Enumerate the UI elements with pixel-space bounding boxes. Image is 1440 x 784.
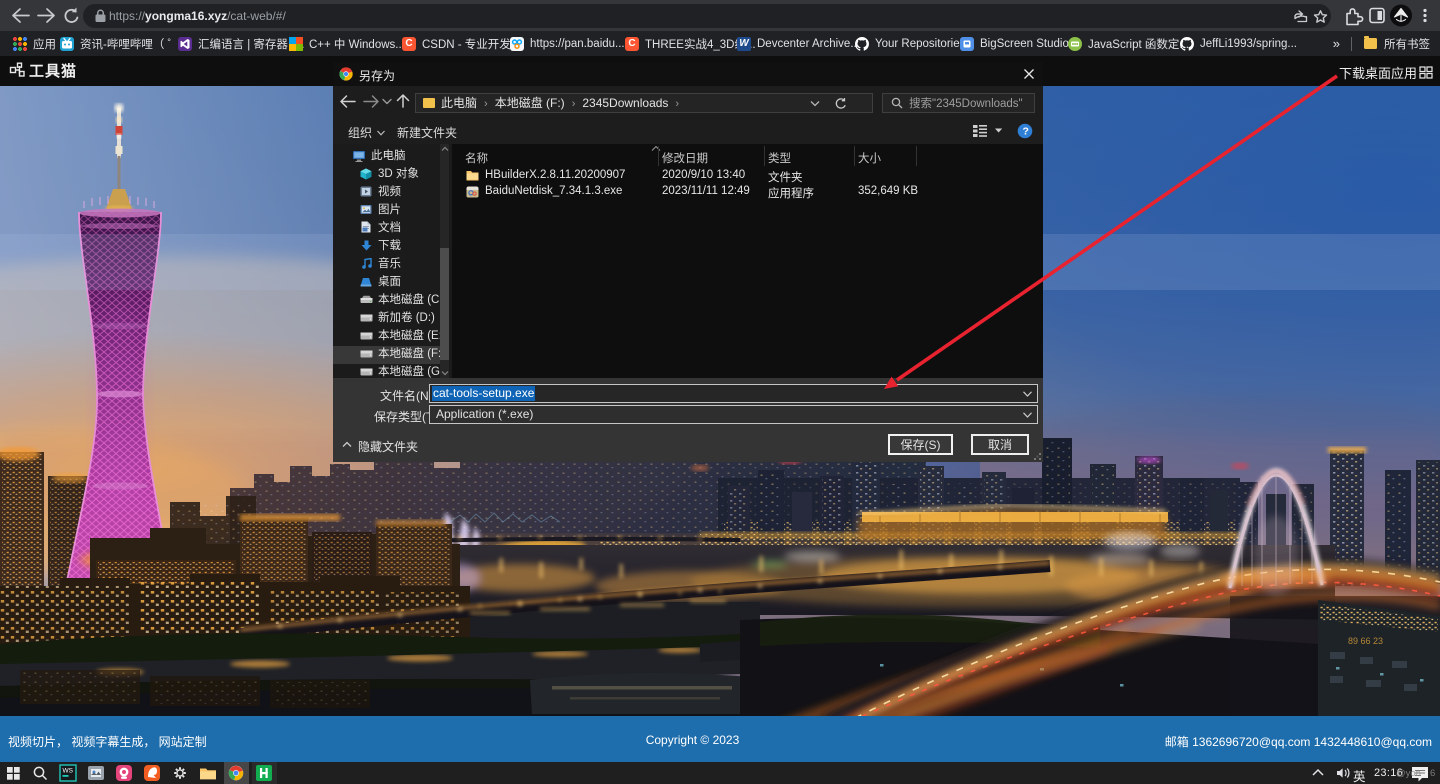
- svg-text:WS: WS: [63, 768, 74, 775]
- svg-text:89 66 23: 89 66 23: [1348, 636, 1383, 646]
- svg-text:?: ?: [1023, 126, 1029, 138]
